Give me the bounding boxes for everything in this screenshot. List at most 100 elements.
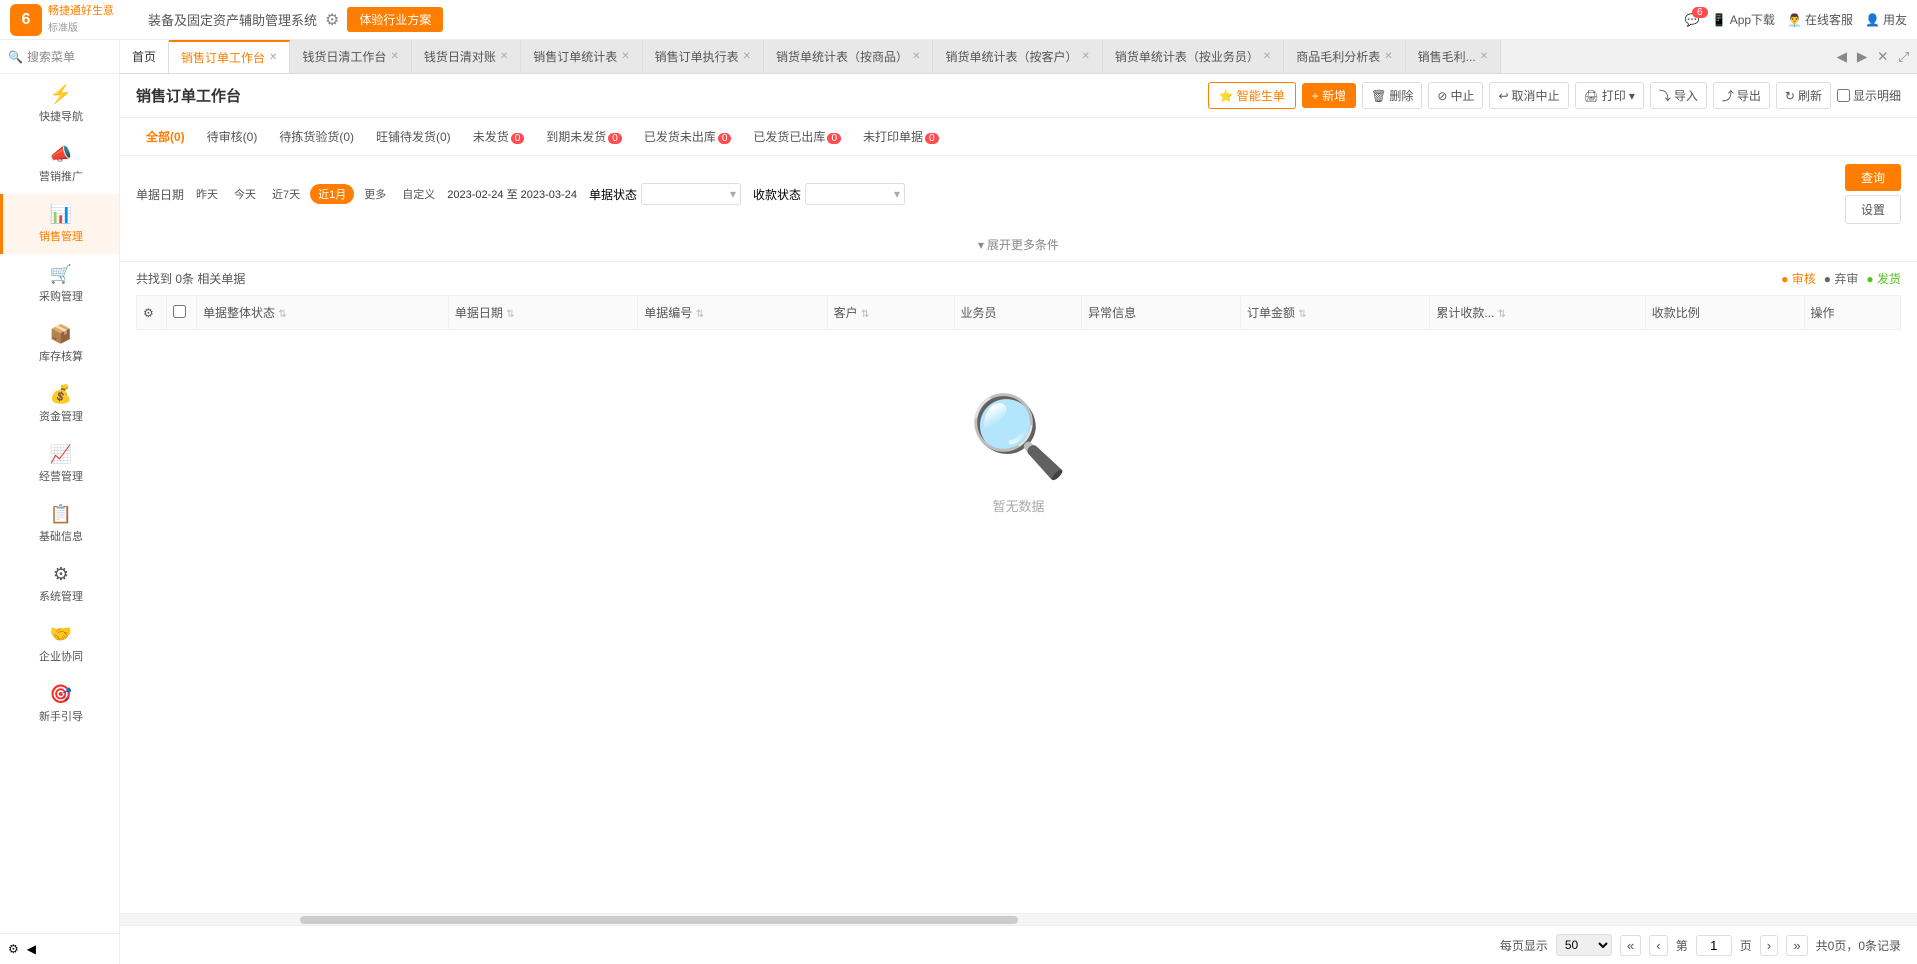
tab-prev-btn[interactable]: ◀ [1833,47,1851,67]
new-btn[interactable]: + 新增 [1302,83,1356,108]
show-detail-label[interactable]: 显示明细 [1837,87,1901,104]
page-size-select[interactable]: 50 [1556,934,1612,956]
payment-select[interactable] [805,183,905,205]
tab-close-sales-order[interactable]: ✕ [269,52,277,63]
smart-btn[interactable]: ⭐ 智能生单 [1208,82,1296,109]
empty-text: 暂无数据 [992,496,1044,515]
refresh-btn[interactable]: ↻ 刷新 [1776,82,1831,109]
th-amount-label: 订单金额 [1247,306,1295,320]
cancel-stop-btn[interactable]: ↩ 取消中止 [1489,82,1568,109]
tab-next-btn[interactable]: ▶ [1853,47,1871,67]
settings-bottom-icon[interactable]: ⚙ [8,942,19,956]
show-detail-checkbox[interactable] [1837,89,1850,102]
sidebar-item-basic-info[interactable]: 📋 基础信息 [0,494,119,554]
tab-sales-by-product[interactable]: 销货单统计表（按商品） ✕ [764,40,933,74]
export-btn[interactable]: ⤴ 导出 [1713,82,1770,109]
sidebar-item-guide[interactable]: 🎯 新手引导 [0,674,119,734]
filter-tab-wangpu[interactable]: 旺铺待发货(0) [366,124,461,149]
prev-page-btn[interactable]: ‹ [1649,935,1667,956]
sidebar-item-inventory[interactable]: 📦 库存核算 [0,314,119,374]
next-page-btn[interactable]: › [1760,935,1778,956]
tab-close-cash-clear[interactable]: ✕ [390,51,398,62]
tab-sales-gross[interactable]: 销售毛利... ✕ [1406,40,1501,74]
th-exception[interactable]: 异常信息 [1082,296,1241,330]
tab-close-sales-exec[interactable]: ✕ [743,51,751,62]
ship-btn[interactable]: ● 发货 [1866,270,1901,287]
tab-close-by-salesman[interactable]: ✕ [1263,51,1271,62]
th-cumulative[interactable]: 累计收款... ⇅ [1430,296,1645,330]
status-select[interactable] [641,183,741,205]
quick-date-custom[interactable]: 自定义 [396,184,441,204]
user-btn[interactable]: 👤 用友 [1865,11,1907,28]
tab-sales-order[interactable]: 销售订单工作台 ✕ [169,40,290,74]
tab-sales-stats[interactable]: 销售订单统计表 ✕ [521,40,642,74]
expand-conditions-btn[interactable]: ▾ 展开更多条件 [978,236,1059,253]
sidebar-item-system[interactable]: ⚙ 系统管理 [0,554,119,614]
tab-close-all-btn[interactable]: ✕ [1873,47,1892,67]
quick-date-yesterday[interactable]: 昨天 [190,184,224,204]
filter-tab-unprinted[interactable]: 未打印单据0 [853,124,949,149]
tab-close-by-product[interactable]: ✕ [912,51,920,62]
filter-tab-shipped-out[interactable]: 已发货已出库0 [743,124,851,149]
industry-btn[interactable]: 体验行业方案 [347,7,443,32]
sidebar-item-quick-nav[interactable]: ⚡ 快捷导航 [0,74,119,134]
th-status[interactable]: 单据整体状态 ⇅ [197,296,449,330]
tab-gross-margin[interactable]: 商品毛利分析表 ✕ [1284,40,1405,74]
scroll-area[interactable] [120,913,1917,925]
stop-btn[interactable]: ⊘ 中止 [1428,82,1483,109]
tab-close-cash-reconcile[interactable]: ✕ [500,51,508,62]
first-page-btn[interactable]: « [1620,935,1641,956]
set-btn[interactable]: 设置 [1845,195,1901,224]
table-settings-icon[interactable]: ⚙ [143,306,154,320]
filter-tab-unshipped[interactable]: 未发货0 [463,124,535,149]
tab-close-gross-margin[interactable]: ✕ [1384,51,1392,62]
import-btn[interactable]: ⤵ 导入 [1650,82,1707,109]
sidebar-item-operations[interactable]: 📈 经营管理 [0,434,119,494]
online-service-btn[interactable]: 👨‍💼 在线客服 [1787,11,1853,28]
th-amount[interactable]: 订单金额 ⇅ [1240,296,1429,330]
filter-tab-pending[interactable]: 待审核(0) [197,124,268,149]
filter-tab-all[interactable]: 全部(0) [136,124,195,149]
tab-section: 首页 销售订单工作台 ✕ 钱货日清工作台 ✕ 钱货日清对账 ✕ 销售订单统计表 … [120,40,1917,964]
search-menu-btn[interactable]: 🔍 搜索菜单 [0,40,119,74]
sidebar-item-sales[interactable]: 📊 销售管理 [0,194,119,254]
th-salesman[interactable]: 业务员 [954,296,1082,330]
sidebar-item-collaboration[interactable]: 🤝 企业协同 [0,614,119,674]
scroll-thumb[interactable] [300,916,1019,924]
app-download-btn[interactable]: 📱 App下载 [1712,11,1775,28]
quick-date-1month[interactable]: 近1月 [310,184,354,204]
last-page-btn[interactable]: » [1786,935,1807,956]
collapse-icon[interactable]: ◀ [27,942,36,956]
th-number[interactable]: 单据编号 ⇅ [638,296,827,330]
quick-date-today[interactable]: 今天 [228,184,262,204]
gear-button[interactable]: ⚙ [325,10,339,30]
tab-close-sales-stats[interactable]: ✕ [621,51,629,62]
query-btn[interactable]: 查询 [1845,164,1901,191]
filter-tab-pick[interactable]: 待拣货验货(0) [269,124,364,149]
tab-sales-by-salesman[interactable]: 销货单统计表（按业务员） ✕ [1103,40,1284,74]
sidebar-item-marketing[interactable]: 📣 营销推广 [0,134,119,194]
revoke-btn[interactable]: ● 弃审 [1824,270,1859,287]
tab-sales-exec[interactable]: 销售订单执行表 ✕ [643,40,764,74]
th-date[interactable]: 单据日期 ⇅ [448,296,637,330]
message-btn[interactable]: 💬 6 [1685,13,1700,27]
page-input[interactable] [1696,935,1732,956]
sidebar-item-finance[interactable]: 💰 资金管理 [0,374,119,434]
filter-tab-overdue[interactable]: 到期未发货0 [536,124,632,149]
tab-sales-by-customer[interactable]: 销货单统计表（按客户） ✕ [933,40,1102,74]
tab-close-sales-gross[interactable]: ✕ [1480,51,1488,62]
quick-date-7days[interactable]: 近7天 [266,184,306,204]
tab-close-by-customer[interactable]: ✕ [1081,51,1089,62]
print-btn[interactable]: 🖨 打印 ▾ [1575,82,1644,109]
filter-tab-shipped-not-out[interactable]: 已发货未出库0 [634,124,742,149]
delete-btn[interactable]: 🗑 删除 [1362,82,1422,109]
audit-btn[interactable]: ● 审核 [1781,270,1816,287]
select-all-checkbox[interactable] [173,305,186,318]
tab-expand-btn[interactable]: ⤢ [1894,47,1913,67]
sidebar-item-purchase[interactable]: 🛒 采购管理 [0,254,119,314]
tab-cash-reconcile[interactable]: 钱货日清对账 ✕ [412,40,521,74]
tab-home[interactable]: 首页 [120,40,169,74]
th-customer[interactable]: 客户 ⇅ [827,296,954,330]
tab-cash-clear[interactable]: 钱货日清工作台 ✕ [290,40,411,74]
quick-date-more[interactable]: 更多 [358,184,392,204]
